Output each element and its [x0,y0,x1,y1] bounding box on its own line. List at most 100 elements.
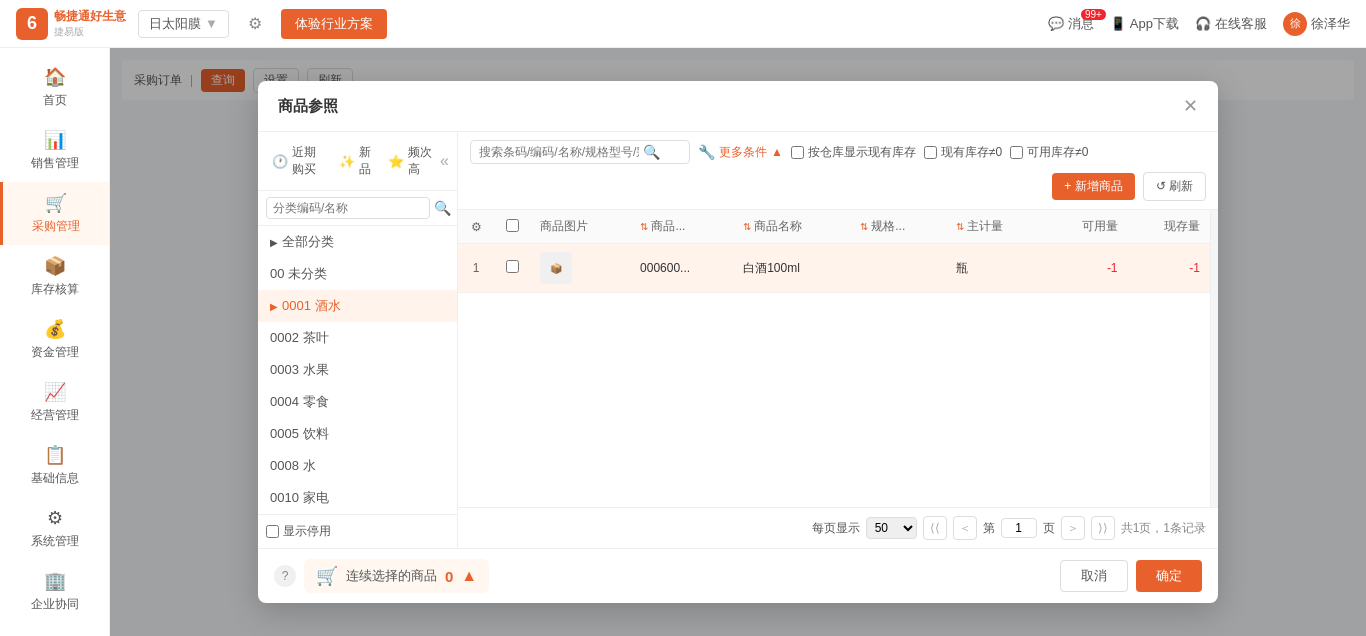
category-0010[interactable]: 0010 家电 [258,482,457,514]
confirm-button[interactable]: 确定 [1136,560,1202,592]
category-search-area: 🔍 [258,191,457,226]
headset-icon: 🎧 [1195,16,1211,31]
category-all[interactable]: ▶ 全部分类 [258,226,457,258]
col-code-header[interactable]: ⇅ 商品... [630,210,733,244]
clock-icon: 🕐 [272,154,288,169]
add-product-button[interactable]: + 新增商品 [1052,173,1134,200]
product-search-icon[interactable]: 🔍 [643,144,660,160]
chevron-down-icon: ▼ [205,16,218,31]
sidebar-item-finance[interactable]: 💰 资金管理 [0,308,109,371]
message-nav[interactable]: 💬 消息 99+ [1048,15,1094,33]
tab-recent[interactable]: 🕐 近期购买 [266,140,331,182]
col-checkbox-header[interactable] [494,210,530,244]
sidebar-item-basic[interactable]: 📋 基础信息 [0,434,109,497]
modal-close-button[interactable]: ✕ [1183,95,1198,117]
category-0005[interactable]: 0005 饮料 [258,418,457,450]
gear-icon[interactable]: ⚙ [241,10,269,38]
row-checkbox[interactable] [494,244,530,293]
col-name-header[interactable]: ⇅ 商品名称 [733,210,850,244]
category-search-input[interactable] [266,197,430,219]
sidebar-item-purchase[interactable]: 🛒 采购管理 [0,182,109,245]
cart-text: 连续选择的商品 [346,567,437,585]
inventory-icon: 📦 [44,255,66,277]
available-nonzero-checkbox[interactable] [924,146,937,159]
category-0002[interactable]: 0002 茶叶 [258,322,457,354]
show-disabled-label[interactable]: 显示停用 [266,523,331,540]
page-next-button[interactable]: ＞ [1061,516,1085,540]
sort-icon: ⇅ [640,221,648,232]
sidebar-item-home[interactable]: 🏠 首页 [0,56,109,119]
help-icon[interactable]: ? [274,565,296,587]
page-label: 第 [983,520,995,537]
table-row[interactable]: 1 📦 000600... 白酒100ml [458,244,1210,293]
sales-icon: 📊 [44,129,66,151]
refresh-button[interactable]: ↺ 刷新 [1143,172,1206,201]
modal-title: 商品参照 [278,97,338,116]
category-0004[interactable]: 0004 零食 [258,386,457,418]
store-selector[interactable]: 日太阳膜 ▼ [138,10,229,38]
available-nonzero-checkbox-label[interactable]: 现有库存≠0 [924,144,1002,161]
col-spec-header[interactable]: ⇅ 规格... [850,210,946,244]
toolbar-right: + 新增商品 ↺ 刷新 [1052,172,1206,201]
sidebar-item-guide[interactable]: 📖 新手引导 [0,623,109,636]
toolbar: 🔍 🔧 更多条件 ▲ 按仓库显示现有库存 [458,132,1218,210]
sidebar-item-sales[interactable]: 📊 销售管理 [0,119,109,182]
row-num: 1 [458,244,494,293]
message-icon: 💬 [1048,16,1064,31]
col-unit-header[interactable]: ⇅ 主计量 [946,210,1045,244]
collapse-button[interactable]: « [440,152,449,170]
category-0008[interactable]: 0008 水 [258,450,457,482]
page-first-button[interactable]: ⟨⟨ [923,516,947,540]
filter-icon: 🔧 [698,144,715,160]
sort-icon4: ⇅ [956,221,964,232]
per-page-select[interactable]: 50 10 20 100 [866,517,917,539]
sidebar: 🏠 首页 📊 销售管理 🛒 采购管理 📦 库存核算 💰 资金管理 📈 经营管理 … [0,48,110,636]
chevron-up-icon: ▲ [771,145,783,159]
warehouse-stock-checkbox[interactable] [791,146,804,159]
col-settings-header[interactable]: ⚙ [458,210,494,244]
category-00[interactable]: 00 未分类 [258,258,457,290]
category-search-icon[interactable]: 🔍 [434,200,451,216]
per-page-label: 每页显示 [812,520,860,537]
warehouse-stock-checkbox-label[interactable]: 按仓库显示现有库存 [791,144,916,161]
show-disabled-area: 显示停用 [258,514,457,548]
enterprise-icon: 🏢 [44,570,66,592]
arrow-right-active-icon: ▶ [270,301,278,312]
modal-footer: ? 🛒 连续选择的商品 0 ▲ 取消 确定 [258,548,1218,603]
product-search-input[interactable] [479,145,639,159]
category-0003[interactable]: 0003 水果 [258,354,457,386]
tab-frequent[interactable]: ⭐ 频次高 [382,140,438,182]
usable-nonzero-checkbox[interactable] [1010,146,1023,159]
product-table-container: ⚙ 商品图片 ⇅ 商品... [458,210,1218,507]
tab-new[interactable]: ✨ 新品 [333,140,380,182]
cart-area: 🛒 连续选择的商品 0 ▲ [304,559,489,593]
logo: 6 畅捷通好生意 捷易版 [16,8,126,40]
sidebar-item-system[interactable]: ⚙ 系统管理 [0,497,109,560]
show-disabled-checkbox[interactable] [266,525,279,538]
usable-nonzero-checkbox-label[interactable]: 可用库存≠0 [1010,144,1088,161]
phone-icon: 📱 [1110,16,1126,31]
category-0001[interactable]: ▶ 0001 酒水 [258,290,457,322]
row-unit: 瓶 [946,244,1045,293]
product-table: ⚙ 商品图片 ⇅ 商品... [458,210,1210,293]
try-industry-button[interactable]: 体验行业方案 [281,9,387,39]
new-icon: ✨ [339,154,355,169]
product-reference-modal: 商品参照 ✕ 🕐 近期购买 [258,81,1218,603]
app-download-nav[interactable]: 📱 App下载 [1110,15,1179,33]
col-img-header: 商品图片 [530,210,630,244]
select-all-checkbox[interactable] [506,219,519,232]
row-name: 白酒100ml [733,244,850,293]
arrow-right-icon: ▶ [270,237,278,248]
online-service-nav[interactable]: 🎧 在线客服 [1195,15,1267,33]
sidebar-item-enterprise[interactable]: 🏢 企业协同 [0,560,109,623]
page-input[interactable] [1001,518,1037,538]
page-last-button[interactable]: ⟩⟩ [1091,516,1115,540]
more-filters-button[interactable]: 🔧 更多条件 ▲ [698,144,783,161]
sidebar-item-inventory[interactable]: 📦 库存核算 [0,245,109,308]
row-select-checkbox[interactable] [506,260,519,273]
user-nav[interactable]: 徐 徐泽华 [1283,12,1350,36]
sidebar-item-operations[interactable]: 📈 经营管理 [0,371,109,434]
fold-icon[interactable]: ▲ [461,567,477,585]
page-prev-button[interactable]: ＜ [953,516,977,540]
cancel-button[interactable]: 取消 [1060,560,1128,592]
